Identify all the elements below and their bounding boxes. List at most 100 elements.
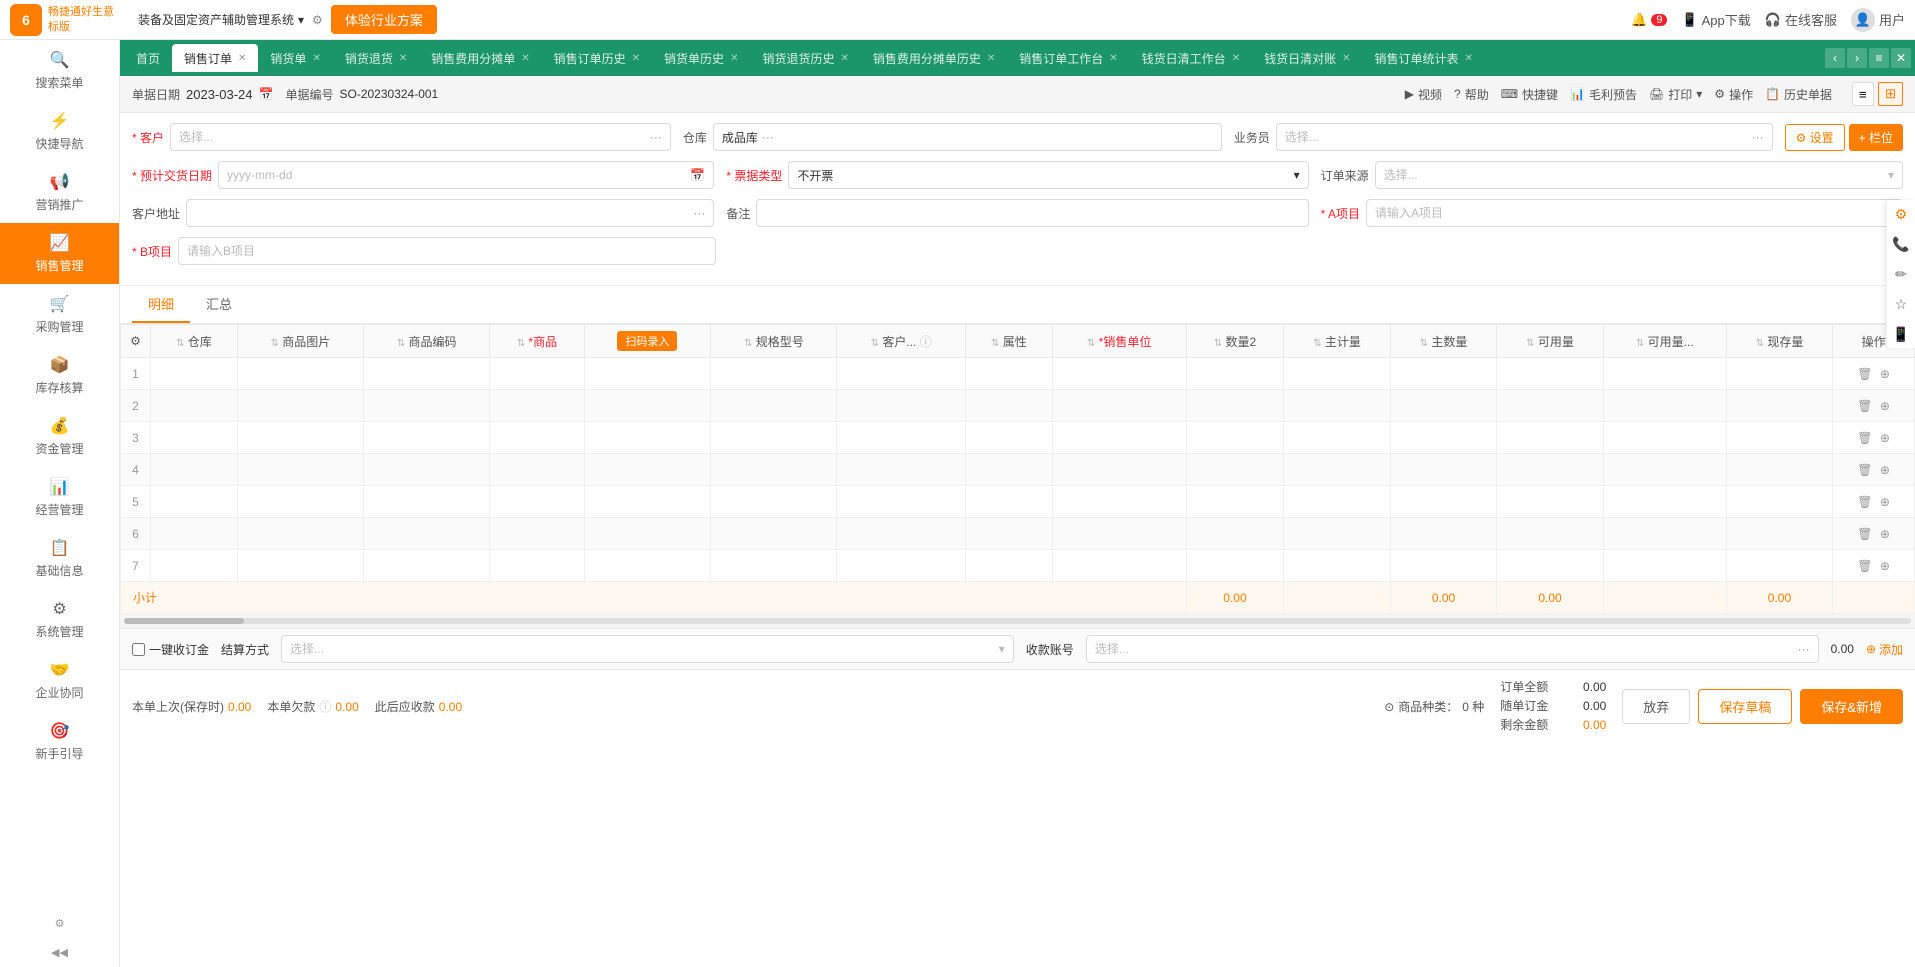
col-main-unit[interactable]: ⇅ 主计量	[1284, 325, 1390, 358]
sidebar-item-purchase[interactable]: 🛒 采购管理	[0, 284, 119, 345]
row-2-unit[interactable]	[1052, 390, 1186, 422]
row-7-delete-icon[interactable]: 🗑	[1857, 559, 1872, 573]
col-image[interactable]: ⇅ 商品图片	[237, 325, 363, 358]
remark-input[interactable]	[765, 206, 1299, 220]
row-5-warehouse[interactable]	[151, 486, 238, 518]
tab-order-history[interactable]: 销售订单历史 ✕	[542, 44, 652, 72]
warehouse-input-wrapper[interactable]: 成品库 ···	[713, 123, 1222, 151]
row-2-copy-icon[interactable]: ⊕	[1880, 399, 1890, 413]
row-2-product[interactable]	[490, 390, 584, 422]
save-new-button[interactable]: 保存&新增	[1800, 689, 1903, 724]
row-5-delete-icon[interactable]: 🗑	[1857, 495, 1872, 509]
row-7-ccode[interactable]	[837, 550, 965, 582]
tab-order-workbench[interactable]: 销售订单工作台 ✕	[1007, 44, 1129, 72]
sidebar-item-quicknav[interactable]: ⚡ 快捷导航	[0, 101, 119, 162]
tab-home[interactable]: 首页	[124, 44, 172, 72]
delivery-date-input-wrapper[interactable]: 📅	[218, 161, 714, 189]
payment-method-input[interactable]	[290, 642, 999, 656]
online-support-item[interactable]: 🎧 在线客服	[1765, 10, 1837, 29]
sidebar-item-basic[interactable]: 📋 基础信息	[0, 528, 119, 589]
row-2-qty2[interactable]	[1186, 390, 1284, 422]
row-1-mqty[interactable]	[1390, 358, 1496, 390]
order-source-input-wrapper[interactable]: ▾	[1375, 161, 1903, 189]
row-5-product[interactable]	[490, 486, 584, 518]
col-spec[interactable]: ⇅ 规格型号	[711, 325, 837, 358]
row-5-ccode[interactable]	[837, 486, 965, 518]
tab-daily-reconcile-close-icon[interactable]: ✕	[1342, 53, 1350, 64]
right-tool-edit[interactable]: ✏	[1887, 260, 1915, 288]
row-3-spec[interactable]	[711, 422, 837, 454]
staff-input[interactable]	[1285, 130, 1748, 144]
staff-more-icon[interactable]: ···	[1752, 130, 1764, 144]
sidebar-item-system[interactable]: ⚙ 系统管理	[0, 589, 119, 650]
col-warehouse[interactable]: ⇅ 仓库	[151, 325, 238, 358]
row-1-copy-icon[interactable]: ⊕	[1880, 367, 1890, 381]
right-tool-star[interactable]: ☆	[1887, 290, 1915, 318]
toolbar-history[interactable]: 📋 历史单据	[1765, 86, 1832, 103]
row-7-code[interactable]	[363, 550, 489, 582]
tab-daily-reconcile[interactable]: 钱货日清对账 ✕	[1252, 44, 1362, 72]
row-7-warehouse[interactable]	[151, 550, 238, 582]
scroll-track[interactable]	[124, 618, 1911, 624]
right-tool-phone[interactable]: 📞	[1887, 230, 1915, 258]
sidebar-settings-btn[interactable]: ⚙	[0, 909, 119, 938]
row-1-attr[interactable]	[965, 358, 1052, 390]
delivery-date-input[interactable]	[227, 168, 690, 182]
tab-sales-return-close-icon[interactable]: ✕	[399, 53, 407, 64]
account-input[interactable]	[1095, 642, 1794, 656]
col-qty2[interactable]: ⇅ 数量2	[1186, 325, 1284, 358]
remark-input-wrapper[interactable]	[756, 199, 1308, 227]
row-3-copy-icon[interactable]: ⊕	[1880, 431, 1890, 445]
view-toggle-list-btn[interactable]: ≡	[1852, 82, 1874, 106]
row-5-qty2[interactable]	[1186, 486, 1284, 518]
row-2-delete-icon[interactable]: 🗑	[1857, 399, 1872, 413]
tab-daily-workbench-close-icon[interactable]: ✕	[1232, 53, 1240, 64]
row-1-unit[interactable]	[1052, 358, 1186, 390]
row-6-qty2[interactable]	[1186, 518, 1284, 550]
row-6-ccode[interactable]	[837, 518, 965, 550]
row-4-spec[interactable]	[711, 454, 837, 486]
calendar-icon[interactable]: 📅	[259, 87, 274, 101]
date-picker-icon[interactable]: 📅	[690, 168, 705, 182]
row-2-spec[interactable]	[711, 390, 837, 422]
col-stock[interactable]: ⇅ 现存量	[1726, 325, 1832, 358]
scroll-thumb[interactable]	[124, 618, 244, 624]
tab-return-history-close-icon[interactable]: ✕	[840, 53, 848, 64]
row-6-delete-icon[interactable]: 🗑	[1857, 527, 1872, 541]
customer-input[interactable]	[179, 130, 646, 144]
row-4-warehouse[interactable]	[151, 454, 238, 486]
row-4-ccode[interactable]	[837, 454, 965, 486]
tab-expense-history-close-icon[interactable]: ✕	[987, 53, 995, 64]
toolbar-operation[interactable]: ⚙ 操作	[1714, 86, 1753, 103]
tab-return-history[interactable]: 销货退货历史 ✕	[750, 44, 860, 72]
save-draft-button[interactable]: 保存草稿	[1698, 689, 1792, 724]
tab-slip-history[interactable]: 销货单历史 ✕	[652, 44, 750, 72]
sidebar-item-sales[interactable]: 📈 销售管理	[0, 223, 119, 284]
tab-order-stats-close-icon[interactable]: ✕	[1465, 53, 1473, 64]
row-4-attr[interactable]	[965, 454, 1052, 486]
row-4-delete-icon[interactable]: 🗑	[1857, 463, 1872, 477]
row-2-warehouse[interactable]	[151, 390, 238, 422]
row-5-attr[interactable]	[965, 486, 1052, 518]
add-payment-btn[interactable]: ⊕ 添加	[1866, 641, 1903, 658]
address-input-wrapper[interactable]: ···	[186, 199, 714, 227]
row-1-product[interactable]	[490, 358, 584, 390]
row-7-copy-icon[interactable]: ⊕	[1880, 559, 1890, 573]
user-item[interactable]: 👤 用户	[1851, 8, 1905, 32]
tab-order-history-close-icon[interactable]: ✕	[632, 53, 640, 64]
tab-next-btn[interactable]: ›	[1847, 48, 1867, 68]
app-download-item[interactable]: 📱 App下载	[1681, 10, 1750, 29]
row-6-warehouse[interactable]	[151, 518, 238, 550]
row-3-code[interactable]	[363, 422, 489, 454]
row-3-product[interactable]	[490, 422, 584, 454]
toolbar-print[interactable]: 🖨 打印 ▾	[1649, 86, 1702, 103]
col-unit[interactable]: ⇅ *销售单位	[1052, 325, 1186, 358]
row-1-qty2[interactable]	[1186, 358, 1284, 390]
row-2-mqty[interactable]	[1390, 390, 1496, 422]
sidebar-collapse-btn[interactable]: ◀◀	[0, 938, 119, 967]
col-product[interactable]: ⇅ *商品	[490, 325, 584, 358]
row-7-unit[interactable]	[1052, 550, 1186, 582]
tab-sales-expense[interactable]: 销售费用分摊单 ✕	[419, 44, 541, 72]
customer-input-wrapper[interactable]: ···	[170, 123, 671, 151]
staff-input-wrapper[interactable]: ···	[1276, 123, 1773, 151]
